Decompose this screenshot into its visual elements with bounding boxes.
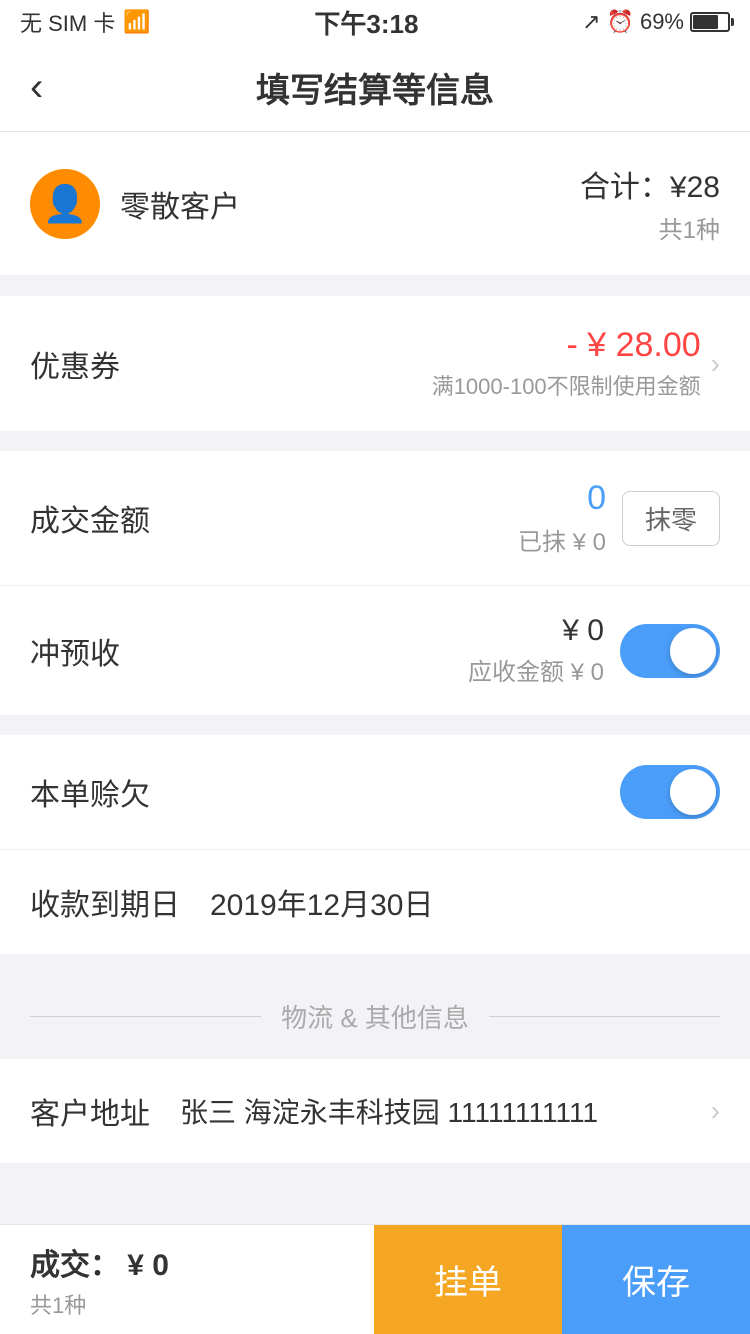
deal-amount-right: 0 已抹 ¥ 0 抹零 [518, 479, 720, 557]
customer-name: 零散客户 [120, 182, 240, 226]
due-date-row: 收款到期日 2019年12月30日 [0, 849, 750, 954]
toggle-knob [670, 628, 716, 674]
avatar-icon: 👤 [43, 183, 88, 225]
battery-icon [690, 12, 730, 32]
due-date-value: 2019年12月30日 [210, 880, 433, 924]
coupon-section: 优惠券 - ¥ 28.00 满1000-100不限制使用金额 › [0, 295, 750, 431]
prepay-right: ¥ 0 应收金额 ¥ 0 [468, 614, 720, 687]
deal-amount-value-block: 0 已抹 ¥ 0 [518, 479, 606, 557]
bottom-deal-label: 成交： [30, 1249, 120, 1282]
location-icon: ↗ [582, 9, 600, 35]
no-sim-label: 无 SIM 卡 [20, 6, 115, 38]
customer-avatar: 👤 [30, 169, 100, 239]
wifi-icon: 📶 [123, 9, 150, 35]
deal-amount-value: 0 [518, 479, 606, 518]
prepay-row: 冲预收 ¥ 0 应收金额 ¥ 0 [0, 586, 750, 715]
customer-info-left: 👤 零散客户 [30, 169, 240, 239]
status-bar-time: 下午3:18 [314, 4, 418, 41]
coupon-chevron-icon: › [711, 348, 720, 380]
customer-info-right: 合计：¥28 共1种 [580, 162, 720, 245]
credit-row: 本单赊欠 [0, 735, 750, 849]
coupon-label: 优惠券 [30, 342, 120, 386]
customer-row: 👤 零散客户 合计：¥28 共1种 [0, 132, 750, 275]
logistics-divider: 物流 & 其他信息 [0, 974, 750, 1059]
bottom-bar: 成交： ¥ 0 共1种 挂单 保存 [0, 1224, 750, 1334]
address-section: 客户地址 张三 海淀永丰科技园 11111111111 › [0, 1059, 750, 1163]
prepay-value-block: ¥ 0 应收金额 ¥ 0 [468, 614, 604, 687]
hold-order-button[interactable]: 挂单 [374, 1225, 562, 1334]
deal-amount-row: 成交金额 0 已抹 ¥ 0 抹零 [0, 451, 750, 586]
address-chevron-icon: › [711, 1095, 720, 1127]
nav-bar: ‹ 填写结算等信息 [0, 44, 750, 132]
credit-section: 本单赊欠 收款到期日 2019年12月30日 [0, 735, 750, 954]
coupon-desc: 满1000-100不限制使用金额 [432, 369, 701, 401]
prepay-toggle[interactable] [620, 624, 720, 678]
prepay-label: 冲预收 [30, 629, 120, 673]
divider-line-left [30, 1016, 261, 1017]
due-date-label: 收款到期日 [30, 880, 180, 924]
address-row[interactable]: 客户地址 张三 海淀永丰科技园 11111111111 › [0, 1059, 750, 1163]
prepay-sub: 应收金额 ¥ 0 [468, 652, 604, 687]
page-title: 填写结算等信息 [256, 63, 494, 112]
status-bar-left: 无 SIM 卡 📶 [20, 6, 151, 38]
bottom-summary: 成交： ¥ 0 共1种 [0, 1240, 374, 1320]
status-bar-right: ↗ ⏰ 69% [582, 9, 730, 35]
alarm-icon: ⏰ [607, 9, 634, 35]
bottom-deal-row: 成交： ¥ 0 [30, 1240, 344, 1284]
coupon-amount: - ¥ 28.00 [432, 326, 701, 365]
battery-percent: 69% [640, 9, 684, 35]
customer-count: 共1种 [580, 210, 720, 245]
coupon-right: - ¥ 28.00 满1000-100不限制使用金额 › [432, 326, 720, 401]
credit-label: 本单赊欠 [30, 770, 150, 814]
credit-toggle[interactable] [620, 765, 720, 819]
coupon-row[interactable]: 优惠券 - ¥ 28.00 满1000-100不限制使用金额 › [0, 295, 750, 431]
prepay-value: ¥ 0 [468, 614, 604, 648]
save-button[interactable]: 保存 [562, 1225, 750, 1334]
logistics-label: 物流 & 其他信息 [281, 998, 469, 1035]
coupon-value-block: - ¥ 28.00 满1000-100不限制使用金额 [432, 326, 701, 401]
bottom-deal-value: ¥ 0 [127, 1249, 169, 1282]
content-area: 👤 零散客户 合计：¥28 共1种 优惠券 - ¥ 28.00 满1000-10… [0, 132, 750, 1303]
deal-amount-sub: 已抹 ¥ 0 [518, 522, 606, 557]
address-label: 客户地址 [30, 1089, 150, 1133]
divider-line-right [489, 1016, 720, 1017]
credit-toggle-knob [670, 769, 716, 815]
deal-amount-section: 成交金额 0 已抹 ¥ 0 抹零 冲预收 ¥ 0 应收金额 ¥ 0 [0, 451, 750, 715]
bottom-count: 共1种 [30, 1288, 344, 1320]
status-bar: 无 SIM 卡 📶 下午3:18 ↗ ⏰ 69% [0, 0, 750, 44]
customer-total: 合计：¥28 [580, 162, 720, 206]
address-value: 张三 海淀永丰科技园 11111111111 [180, 1091, 711, 1131]
back-button[interactable]: ‹ [30, 65, 43, 110]
round-off-button[interactable]: 抹零 [622, 491, 720, 546]
deal-amount-label: 成交金额 [30, 496, 150, 540]
